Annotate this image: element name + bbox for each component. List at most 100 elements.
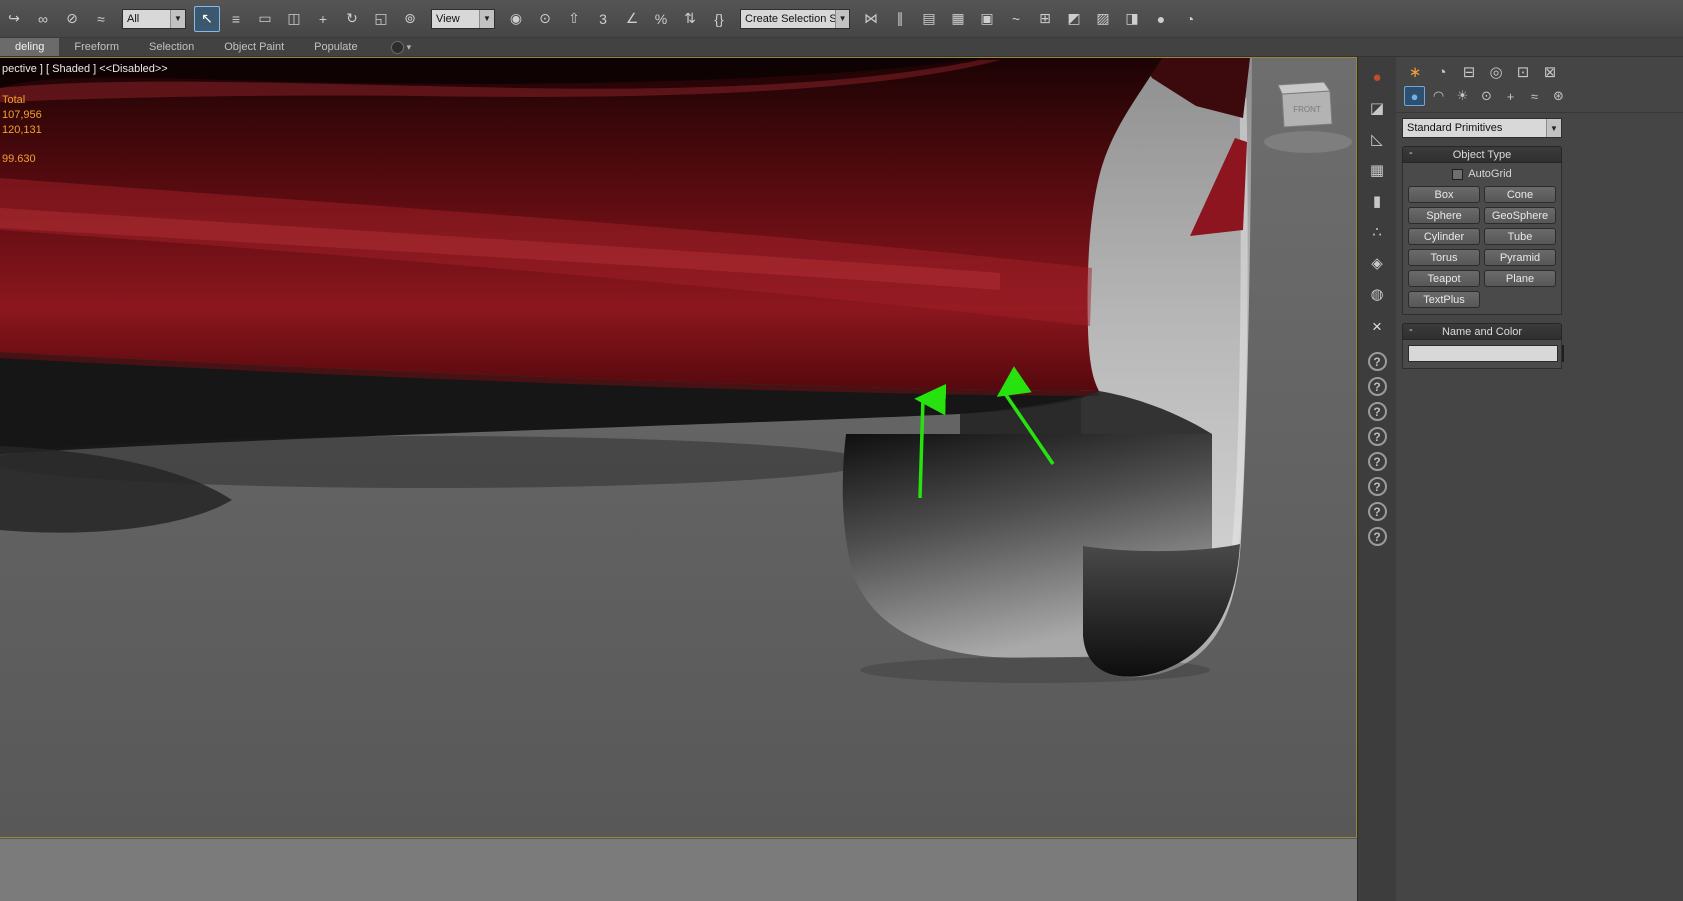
object-type-button[interactable]: Box	[1408, 186, 1480, 203]
cameras-category-icon[interactable]: ⊙	[1476, 86, 1497, 106]
ribbon-tab[interactable]: Freeform	[59, 38, 134, 56]
object-type-button[interactable]: Teapot	[1408, 270, 1480, 287]
viewport-canvas[interactable]: FRONT	[0, 58, 1357, 838]
edit-named-selection-sets-icon[interactable]: {}	[706, 6, 732, 32]
object-type-button[interactable]: Plane	[1484, 270, 1556, 287]
close-icon[interactable]: ×	[1365, 315, 1389, 339]
named-selection-sets-dropdown[interactable]: Create Selection Se ▼	[740, 8, 850, 29]
object-type-button[interactable]: Pyramid	[1484, 249, 1556, 266]
create-tab-icon[interactable]: ∗	[1404, 62, 1426, 82]
ribbon-tab[interactable]: Selection	[134, 38, 209, 56]
viewcube-compass-ring[interactable]	[1264, 131, 1352, 153]
paint-bucket-icon[interactable]: ◪	[1365, 96, 1389, 120]
rectangular-selection-region-icon[interactable]: ▭	[252, 6, 278, 32]
name-and-color-rollout-header[interactable]: - Name and Color	[1402, 323, 1562, 340]
ribbon-config-button[interactable]: ▾	[390, 38, 412, 56]
percent-snap-icon[interactable]: %	[648, 6, 674, 32]
helpers-category-icon[interactable]: +	[1500, 86, 1521, 106]
checkerboard-icon[interactable]: ▦	[1365, 158, 1389, 182]
ribbon-tab[interactable]: Object Paint	[209, 38, 299, 56]
rollout-title: Object Type	[1452, 148, 1512, 161]
select-by-name-icon[interactable]: ≡	[223, 6, 249, 32]
keyboard-shortcut-override-icon[interactable]: ⇧	[561, 6, 587, 32]
bind-to-space-warp-icon[interactable]: ≈	[88, 6, 114, 32]
render-iterative-icon[interactable]: ◔	[1177, 6, 1203, 32]
material-editor-icon[interactable]: ◩	[1061, 6, 1087, 32]
modify-tab-icon[interactable]: ◔	[1431, 62, 1453, 82]
spinner-snap-icon[interactable]: ⇅	[677, 6, 703, 32]
scene-explorer-icon[interactable]: ▦	[945, 6, 971, 32]
layer-explorer-icon[interactable]: ▤	[916, 6, 942, 32]
space-warps-category-icon[interactable]: ≈	[1524, 86, 1545, 106]
select-and-scale-icon[interactable]: ◱	[368, 6, 394, 32]
help-icon[interactable]: ?	[1367, 427, 1387, 446]
spheres-icon[interactable]: ∴	[1365, 220, 1389, 244]
help-icon[interactable]: ?	[1367, 477, 1387, 496]
align-icon[interactable]: ∥	[887, 6, 913, 32]
reference-coordinate-dropdown[interactable]: View ▼	[431, 8, 495, 29]
unlink-selection-icon[interactable]: ⊘	[59, 6, 85, 32]
rendered-frame-window-icon[interactable]: ◨	[1119, 6, 1145, 32]
viewport[interactable]: FRONT pective ] [ Shaded ] <<Disabled>> …	[0, 57, 1357, 838]
help-icon[interactable]: ?	[1367, 402, 1387, 421]
select-and-manipulate-icon[interactable]: ⊙	[532, 6, 558, 32]
angle-snap-icon[interactable]: ∠	[619, 6, 645, 32]
object-type-rollout-header[interactable]: - Object Type	[1402, 146, 1562, 163]
ribbon-tab[interactable]: deling	[0, 38, 60, 56]
motion-tab-icon[interactable]: ◎	[1485, 62, 1507, 82]
object-color-swatch[interactable]	[1562, 345, 1564, 362]
select-object-icon[interactable]: ↖	[194, 5, 220, 32]
chevron-down-icon: ▾	[406, 41, 412, 52]
object-type-button[interactable]: Cone	[1484, 186, 1556, 203]
object-type-button[interactable]: Sphere	[1408, 207, 1480, 224]
redo-icon[interactable]: ↪	[1, 6, 27, 32]
object-type-button[interactable]: Cylinder	[1408, 228, 1480, 245]
select-and-move-icon[interactable]: +	[310, 6, 336, 32]
display-tab-icon[interactable]: ⊡	[1512, 62, 1534, 82]
ruler-icon[interactable]: ◺	[1365, 127, 1389, 151]
object-type-button[interactable]: Tube	[1484, 228, 1556, 245]
geometry-category-icon[interactable]: ●	[1404, 86, 1425, 106]
render-production-icon[interactable]: ●	[1148, 6, 1174, 32]
chevron-down-icon[interactable]: ▼	[479, 9, 494, 28]
object-name-field[interactable]	[1408, 345, 1558, 362]
render-setup-icon[interactable]: ▨	[1090, 6, 1116, 32]
selection-filter-dropdown[interactable]: All ▼	[122, 8, 186, 29]
use-pivot-point-center-icon[interactable]: ◉	[503, 6, 529, 32]
ribbon-tab[interactable]: Populate	[299, 38, 372, 56]
object-type-button[interactable]: TextPlus	[1408, 291, 1480, 308]
hierarchy-tab-icon[interactable]: ⊟	[1458, 62, 1480, 82]
subcategory-dropdown[interactable]: Standard Primitives ▼	[1402, 118, 1562, 138]
help-icon[interactable]: ?	[1367, 352, 1387, 371]
help-icon[interactable]: ?	[1367, 377, 1387, 396]
mirror-icon[interactable]: ⋈	[858, 6, 884, 32]
container-explorer-icon[interactable]: ▣	[974, 6, 1000, 32]
object-type-buttons: Box Cone Sphere GeoSphere Cylinder Tube …	[1408, 186, 1556, 308]
cylinder-icon[interactable]: ▮	[1365, 189, 1389, 213]
shapes-category-icon[interactable]: ◠	[1428, 86, 1449, 106]
hedra-icon[interactable]: ◈	[1365, 251, 1389, 275]
autogrid-checkbox[interactable]	[1452, 168, 1464, 180]
sphere-icon[interactable]: ◍	[1365, 282, 1389, 306]
chevron-down-icon[interactable]: ▼	[170, 9, 185, 28]
chevron-down-icon[interactable]: ▼	[835, 9, 849, 28]
select-and-rotate-icon[interactable]: ↻	[339, 6, 365, 32]
window-crossing-toggle-icon[interactable]: ◫	[281, 6, 307, 32]
systems-category-icon[interactable]: ⊛	[1548, 86, 1569, 106]
object-type-button[interactable]: GeoSphere	[1484, 207, 1556, 224]
viewport-label[interactable]: pective ] [ Shaded ] <<Disabled>>	[2, 63, 168, 75]
schematic-view-icon[interactable]: ⊞	[1032, 6, 1058, 32]
select-and-link-icon[interactable]: ∞	[30, 6, 56, 32]
select-and-place-icon[interactable]: ⊚	[397, 6, 423, 32]
snaps-toggle-icon[interactable]: 3	[590, 6, 616, 32]
curve-editor-icon[interactable]: ~	[1003, 6, 1029, 32]
lights-category-icon[interactable]: ☀	[1452, 86, 1473, 106]
utilities-tab-icon[interactable]: ⊠	[1539, 62, 1561, 82]
object-type-button[interactable]: Torus	[1408, 249, 1480, 266]
help-icon[interactable]: ?	[1367, 502, 1387, 521]
help-icon[interactable]: ?	[1367, 527, 1387, 546]
help-icon[interactable]: ?	[1367, 452, 1387, 471]
teapot-icon[interactable]: ●	[1365, 65, 1389, 89]
chevron-down-icon[interactable]: ▼	[1546, 119, 1561, 137]
viewport-statistics: Total 107,956 120,131 99.630	[2, 93, 42, 167]
